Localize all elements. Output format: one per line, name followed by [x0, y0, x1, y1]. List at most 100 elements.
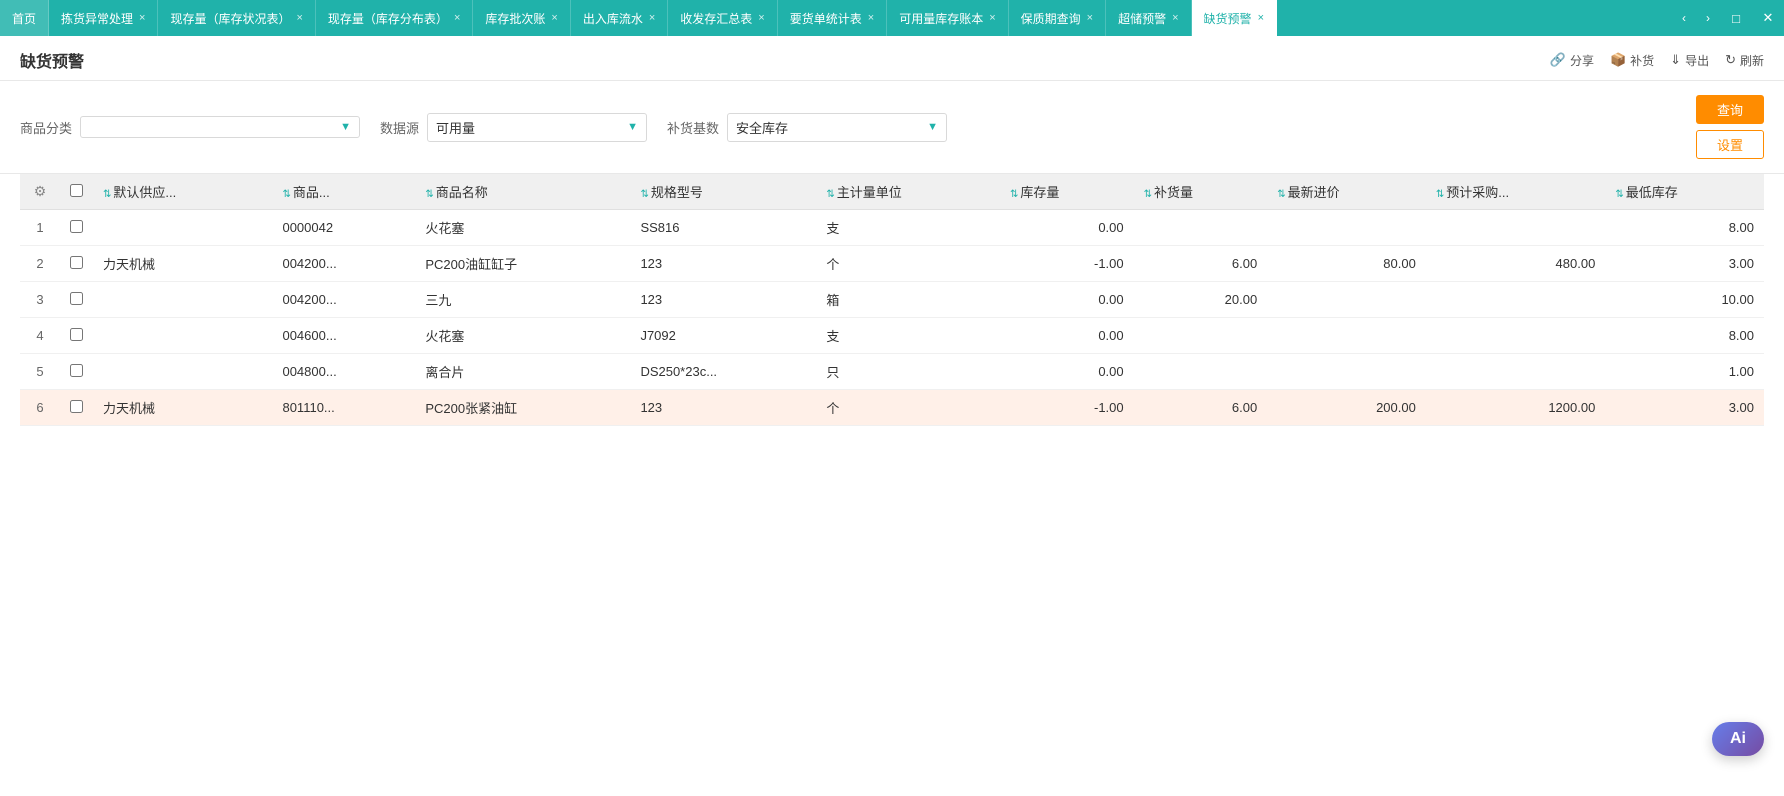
- cell-min-stock: 8.00: [1605, 318, 1764, 354]
- col-stock[interactable]: ⇅库存量: [1000, 174, 1134, 210]
- cell-unit: 个: [816, 246, 1000, 282]
- row-checkbox[interactable]: [60, 318, 93, 354]
- window-restore-btn[interactable]: □: [1720, 0, 1752, 36]
- tab-inout[interactable]: 出入库流水×: [571, 0, 668, 36]
- share-btn[interactable]: 🔗 分享: [1550, 52, 1594, 69]
- tab-close-overstock[interactable]: ×: [1172, 12, 1178, 24]
- col-gear[interactable]: ⚙: [20, 174, 60, 210]
- col-checkbox[interactable]: [60, 174, 93, 210]
- cell-supplier: [93, 282, 272, 318]
- tab-stock-dist[interactable]: 现存量（库存分布表）×: [316, 0, 473, 36]
- tab-stock-status[interactable]: 现存量（库存状况表）×: [158, 0, 315, 36]
- tab-collect[interactable]: 收发存汇总表×: [668, 0, 777, 36]
- cell-min-stock: 8.00: [1605, 210, 1764, 246]
- table-header-row: ⚙ ⇅默认供应... ⇅商品... ⇅商品名称 ⇅规格型号 ⇅主计量单位 ⇅库存…: [20, 174, 1764, 210]
- tab-close-available[interactable]: ×: [989, 12, 995, 24]
- col-code[interactable]: ⇅商品...: [272, 174, 415, 210]
- tab-close-inout[interactable]: ×: [649, 12, 655, 24]
- col-name[interactable]: ⇅商品名称: [415, 174, 630, 210]
- table-row: 6力天机械801110...PC200张紧油缸123个-1.006.00200.…: [20, 390, 1764, 426]
- cell-min-stock: 3.00: [1605, 390, 1764, 426]
- tab-close-stock-dist[interactable]: ×: [454, 12, 460, 24]
- ai-badge[interactable]: Ai: [1712, 722, 1764, 756]
- row-checkbox-input[interactable]: [70, 292, 83, 305]
- row-checkbox[interactable]: [60, 354, 93, 390]
- tab-close-stock-status[interactable]: ×: [296, 12, 302, 24]
- col-spec[interactable]: ⇅规格型号: [630, 174, 816, 210]
- table-row: 4004600...火花塞J7092支0.008.00: [20, 318, 1764, 354]
- cell-supplier: 力天机械: [93, 246, 272, 282]
- tab-expiry[interactable]: 保质期查询×: [1009, 0, 1106, 36]
- tab-prev-btn[interactable]: ‹: [1672, 0, 1696, 36]
- cell-stock: -1.00: [1000, 390, 1134, 426]
- export-btn[interactable]: ⇓ 导出: [1670, 52, 1709, 69]
- row-checkbox-input[interactable]: [70, 220, 83, 233]
- header-actions: 🔗 分享 📦 补货 ⇓ 导出 ↻ 刷新: [1550, 52, 1764, 69]
- row-checkbox-input[interactable]: [70, 400, 83, 413]
- row-checkbox[interactable]: [60, 246, 93, 282]
- row-checkbox-input[interactable]: [70, 364, 83, 377]
- col-latest-price[interactable]: ⇅最新进价: [1267, 174, 1426, 210]
- col-est-purchase[interactable]: ⇅预计采购...: [1426, 174, 1605, 210]
- tab-close-expiry[interactable]: ×: [1087, 12, 1093, 24]
- restock-select[interactable]: 安全库存 ▼: [727, 113, 947, 142]
- row-checkbox-input[interactable]: [70, 256, 83, 269]
- tab-overstock[interactable]: 超储预警×: [1106, 0, 1191, 36]
- cell-name: 离合片: [415, 354, 630, 390]
- cell-latest-price: 200.00: [1267, 390, 1426, 426]
- row-checkbox[interactable]: [60, 390, 93, 426]
- category-label: 商品分类: [20, 118, 72, 137]
- tab-shortage[interactable]: 缺货预警 ×: [1192, 0, 1277, 36]
- tab-close-abnormal[interactable]: ×: [139, 12, 145, 24]
- cell-restock: [1134, 210, 1268, 246]
- page-title: 缺货预警: [20, 48, 84, 72]
- row-checkbox[interactable]: [60, 210, 93, 246]
- col-min-stock[interactable]: ⇅最低库存: [1605, 174, 1764, 210]
- select-all-checkbox[interactable]: [70, 184, 83, 197]
- tab-label-abnormal: 拣货异常处理: [61, 10, 133, 27]
- tab-label-shortage: 缺货预警: [1204, 10, 1252, 27]
- tab-available[interactable]: 可用量库存账本 ×: [887, 0, 1008, 36]
- row-checkbox[interactable]: [60, 282, 93, 318]
- row-num: 2: [20, 246, 60, 282]
- datasource-filter-group: 数据源 可用量 ▼: [380, 113, 647, 142]
- refresh-btn[interactable]: ↻ 刷新: [1725, 52, 1764, 69]
- tab-batch[interactable]: 库存批次账×: [473, 0, 570, 36]
- col-unit[interactable]: ⇅主计量单位: [816, 174, 1000, 210]
- cell-unit: 箱: [816, 282, 1000, 318]
- tab-close-demand[interactable]: ×: [868, 12, 874, 24]
- page-content: 缺货预警 🔗 分享 📦 补货 ⇓ 导出 ↻ 刷新 商品分类: [0, 36, 1784, 796]
- cell-est-purchase: [1426, 354, 1605, 390]
- col-restock[interactable]: ⇅补货量: [1134, 174, 1268, 210]
- tab-label-available: 可用量库存账本: [899, 10, 983, 27]
- cell-min-stock: 10.00: [1605, 282, 1764, 318]
- tab-close-batch[interactable]: ×: [551, 12, 557, 24]
- restock-filter-group: 补货基数 安全库存 ▼: [667, 113, 947, 142]
- window-close-btn[interactable]: ✕: [1752, 0, 1784, 36]
- cell-est-purchase: 480.00: [1426, 246, 1605, 282]
- cell-code: 004200...: [272, 282, 415, 318]
- gear-settings-icon[interactable]: ⚙: [34, 183, 47, 199]
- tab-next-btn[interactable]: ›: [1696, 0, 1720, 36]
- col-supplier[interactable]: ⇅默认供应...: [93, 174, 272, 210]
- refresh-icon: ↻: [1725, 52, 1736, 68]
- restock-btn[interactable]: 📦 补货: [1610, 52, 1654, 69]
- datasource-select[interactable]: 可用量 ▼: [427, 113, 647, 142]
- restock-label: 补货基数: [667, 118, 719, 137]
- tab-home[interactable]: 首页: [0, 0, 49, 36]
- tab-demand[interactable]: 要货单统计表×: [778, 0, 887, 36]
- row-checkbox-input[interactable]: [70, 328, 83, 341]
- cell-code: 004800...: [272, 354, 415, 390]
- tab-close-shortage[interactable]: ×: [1258, 12, 1264, 24]
- cell-spec: SS816: [630, 210, 816, 246]
- cell-latest-price: [1267, 354, 1426, 390]
- query-button[interactable]: 查询: [1696, 95, 1764, 124]
- cell-restock: 6.00: [1134, 246, 1268, 282]
- restock-icon: 📦: [1610, 52, 1626, 68]
- tab-abnormal[interactable]: 拣货异常处理 ×: [49, 0, 158, 36]
- tab-close-collect[interactable]: ×: [758, 12, 764, 24]
- cell-supplier: [93, 210, 272, 246]
- settings-button[interactable]: 设置: [1696, 130, 1764, 159]
- cell-est-purchase: [1426, 282, 1605, 318]
- category-select[interactable]: ▼: [80, 116, 360, 138]
